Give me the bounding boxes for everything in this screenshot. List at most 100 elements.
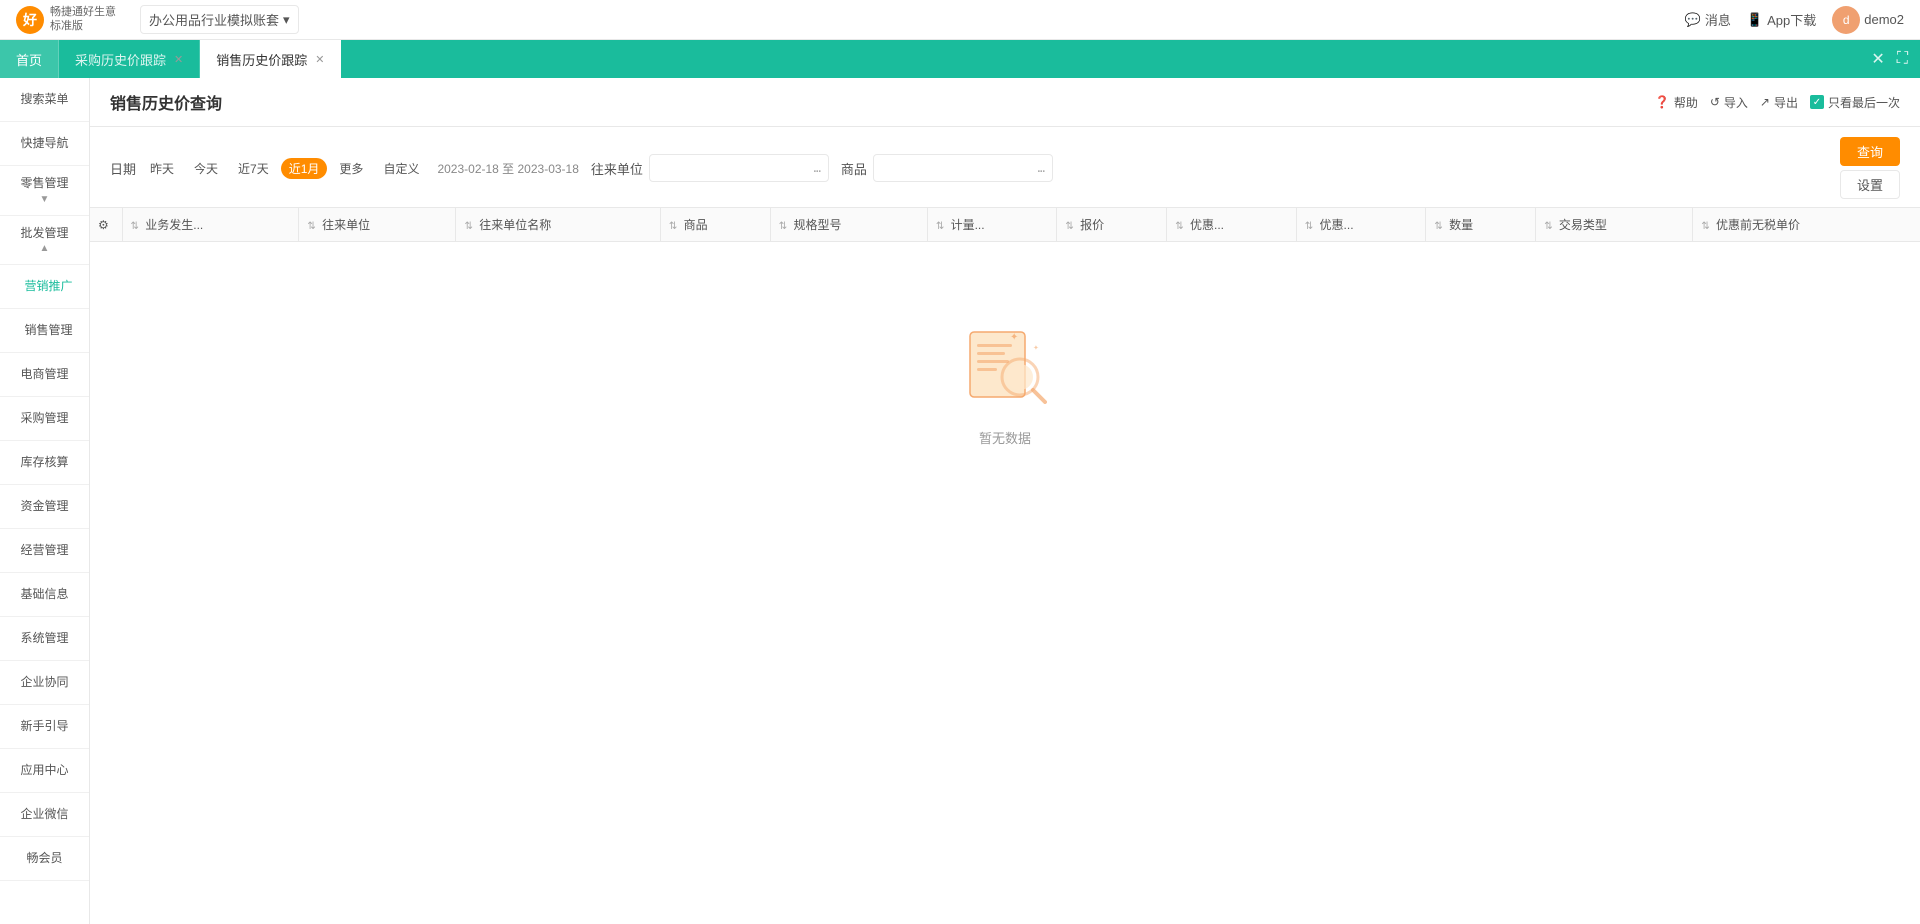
empty-illustration: ✦ ✦ xyxy=(955,322,1055,412)
partner-input[interactable]: ... xyxy=(649,154,829,182)
chevron-up-icon: ▲ xyxy=(40,243,50,254)
sidebar-item-finance-mgmt[interactable]: 资金管理 xyxy=(0,485,89,529)
message-button[interactable]: 💬 消息 xyxy=(1685,10,1731,29)
sort-icon: ⇅ xyxy=(1065,221,1073,232)
sidebar-item-enterprise-collab[interactable]: 企业协同 xyxy=(0,661,89,705)
top-header: 好 畅捷通好生意 标准版 办公用品行业模拟账套 ▾ 💬 消息 📱 App下载 d… xyxy=(0,0,1920,40)
only-last-checkbox[interactable]: ✓ 只看最后一次 xyxy=(1810,94,1900,111)
header-right: 💬 消息 📱 App下载 d demo2 xyxy=(1685,6,1904,34)
tab-home[interactable]: 首页 xyxy=(0,40,59,78)
sidebar-item-search-menu[interactable]: 搜索菜单 xyxy=(0,78,89,122)
table-col-discount1[interactable]: ⇅ 优惠... xyxy=(1167,208,1297,242)
table-col-settings[interactable]: ⚙ xyxy=(90,208,122,242)
logo-icon: 好 xyxy=(16,6,44,34)
sidebar-item-member-card[interactable]: 畅会员 xyxy=(0,837,89,881)
settings-button[interactable]: 设置 xyxy=(1840,170,1900,199)
sort-icon: ⇅ xyxy=(779,221,787,232)
table-col-biz-date[interactable]: ⇅ 业务发生... xyxy=(122,208,299,242)
tab-purchase-history-close[interactable]: ✕ xyxy=(174,53,183,66)
query-button[interactable]: 查询 xyxy=(1840,137,1900,166)
settings-icon: ⚙ xyxy=(98,218,109,232)
table-col-trade-type[interactable]: ⇅ 交易类型 xyxy=(1536,208,1693,242)
svg-text:✦: ✦ xyxy=(1033,344,1039,352)
tab-bar: 首页 采购历史价跟踪 ✕ 销售历史价跟踪 ✕ ✕ ⛶ xyxy=(0,40,1920,78)
checkbox-icon: ✓ xyxy=(1810,95,1824,109)
svg-text:✦: ✦ xyxy=(1010,332,1018,343)
chevron-down-icon: ▾ xyxy=(283,12,290,28)
sort-icon: ⇅ xyxy=(1544,221,1552,232)
header-left: 好 畅捷通好生意 标准版 办公用品行业模拟账套 ▾ xyxy=(16,5,299,34)
sort-icon: ⇅ xyxy=(1701,221,1709,232)
filter-area: 日期 昨天 今天 近7天 近1月 更多 自定义 2023-02-18 至 202… xyxy=(90,127,1920,208)
user-menu[interactable]: d demo2 xyxy=(1832,6,1904,34)
partner-label: 往来单位 xyxy=(591,159,643,178)
table-col-partner-code[interactable]: ⇅ 往来单位 xyxy=(299,208,456,242)
table-col-discount2[interactable]: ⇅ 优惠... xyxy=(1296,208,1426,242)
workspace-selector[interactable]: 办公用品行业模拟账套 ▾ xyxy=(140,5,299,34)
sidebar: 搜索菜单 快捷导航 零售管理 ▼ 批发管理 ▲ 营销推广 销售管理 电商管理 采… xyxy=(0,78,90,924)
date-options: 昨天 今天 近7天 近1月 更多 自定义 xyxy=(142,158,427,179)
data-table: ⚙ ⇅ 业务发生... ⇅ 往来单位 ⇅ 往来单位名称 xyxy=(90,208,1920,242)
table-col-product[interactable]: ⇅ 商品 xyxy=(660,208,770,242)
product-filter-group: 商品 ... xyxy=(841,154,1053,182)
table-col-spec[interactable]: ⇅ 规格型号 xyxy=(770,208,927,242)
sort-icon: ⇅ xyxy=(669,221,677,232)
sort-icon: ⇅ xyxy=(936,221,944,232)
sort-icon: ⇅ xyxy=(1305,221,1313,232)
content-area: 销售历史价查询 ❓ 帮助 ↺ 导入 ↗ 导出 ✓ 只看最后一次 xyxy=(90,78,1920,924)
date-opt-last7[interactable]: 近7天 xyxy=(230,158,277,179)
date-filter-group: 日期 昨天 今天 近7天 近1月 更多 自定义 2023-02-18 至 202… xyxy=(110,158,579,179)
table-col-unit[interactable]: ⇅ 计量... xyxy=(927,208,1057,242)
export-icon: ↗ xyxy=(1760,95,1770,109)
main-layout: 搜索菜单 快捷导航 零售管理 ▼ 批发管理 ▲ 营销推广 销售管理 电商管理 采… xyxy=(0,78,1920,924)
sidebar-item-wholesale-mgmt[interactable]: 批发管理 ▲ xyxy=(0,216,89,266)
tab-bar-actions: ✕ ⛶ xyxy=(1859,40,1920,78)
download-icon: 📱 xyxy=(1747,12,1763,28)
sidebar-item-app-center[interactable]: 应用中心 xyxy=(0,749,89,793)
sidebar-item-inventory[interactable]: 库存核算 xyxy=(0,441,89,485)
table-col-pre-discount-price[interactable]: ⇅ 优惠前无税单价 xyxy=(1693,208,1920,242)
sort-icon: ⇅ xyxy=(307,221,315,232)
export-button[interactable]: ↗ 导出 xyxy=(1760,94,1798,111)
sidebar-item-marketing[interactable]: 营销推广 xyxy=(0,265,89,309)
sidebar-item-sales-mgmt[interactable]: 销售管理 xyxy=(0,309,89,353)
product-input[interactable]: ... xyxy=(873,154,1053,182)
date-label: 日期 xyxy=(110,159,136,178)
help-button[interactable]: ❓ 帮助 xyxy=(1655,94,1698,111)
sidebar-item-retail-mgmt[interactable]: 零售管理 ▼ xyxy=(0,166,89,216)
sidebar-item-quick-nav[interactable]: 快捷导航 xyxy=(0,122,89,166)
sort-icon: ⇅ xyxy=(131,221,139,232)
date-opt-more[interactable]: 更多 xyxy=(331,158,371,179)
sidebar-item-system-mgmt[interactable]: 系统管理 xyxy=(0,617,89,661)
page-header-actions: ❓ 帮助 ↺ 导入 ↗ 导出 ✓ 只看最后一次 xyxy=(1655,94,1900,123)
sidebar-item-operations-mgmt[interactable]: 经营管理 xyxy=(0,529,89,573)
chevron-down-icon: ▼ xyxy=(40,194,50,205)
tab-sales-history[interactable]: 销售历史价跟踪 ✕ xyxy=(200,40,341,78)
sidebar-item-ecommerce-mgmt[interactable]: 电商管理 xyxy=(0,353,89,397)
partner-filter-group: 往来单位 ... xyxy=(591,154,829,182)
sidebar-item-purchase-mgmt[interactable]: 采购管理 xyxy=(0,397,89,441)
empty-text: 暂无数据 xyxy=(979,428,1031,447)
sort-icon: ⇅ xyxy=(464,221,472,232)
product-label: 商品 xyxy=(841,159,867,178)
sidebar-item-basic-info[interactable]: 基础信息 xyxy=(0,573,89,617)
sidebar-item-enterprise-wechat[interactable]: 企业微信 xyxy=(0,793,89,837)
app-download-button[interactable]: 📱 App下载 xyxy=(1747,10,1816,29)
date-opt-today[interactable]: 今天 xyxy=(186,158,226,179)
import-button[interactable]: ↺ 导入 xyxy=(1710,94,1748,111)
product-input-dots: ... xyxy=(1037,159,1044,177)
tab-sales-history-close[interactable]: ✕ xyxy=(315,53,324,66)
date-opt-last1m[interactable]: 近1月 xyxy=(281,158,328,179)
table-col-quantity[interactable]: ⇅ 数量 xyxy=(1426,208,1536,242)
table-col-price[interactable]: ⇅ 报价 xyxy=(1057,208,1167,242)
fullscreen-icon[interactable]: ⛶ xyxy=(1897,50,1908,68)
date-opt-custom[interactable]: 自定义 xyxy=(375,158,427,179)
tab-purchase-history[interactable]: 采购历史价跟踪 ✕ xyxy=(59,40,200,78)
table-col-partner-name[interactable]: ⇅ 往来单位名称 xyxy=(456,208,660,242)
close-window-icon[interactable]: ✕ xyxy=(1871,49,1884,69)
date-opt-yesterday[interactable]: 昨天 xyxy=(142,158,182,179)
import-icon: ↺ xyxy=(1710,95,1720,109)
page-header: 销售历史价查询 ❓ 帮助 ↺ 导入 ↗ 导出 ✓ 只看最后一次 xyxy=(90,78,1920,127)
sort-icon: ⇅ xyxy=(1434,221,1442,232)
sidebar-item-new-guide[interactable]: 新手引导 xyxy=(0,705,89,749)
